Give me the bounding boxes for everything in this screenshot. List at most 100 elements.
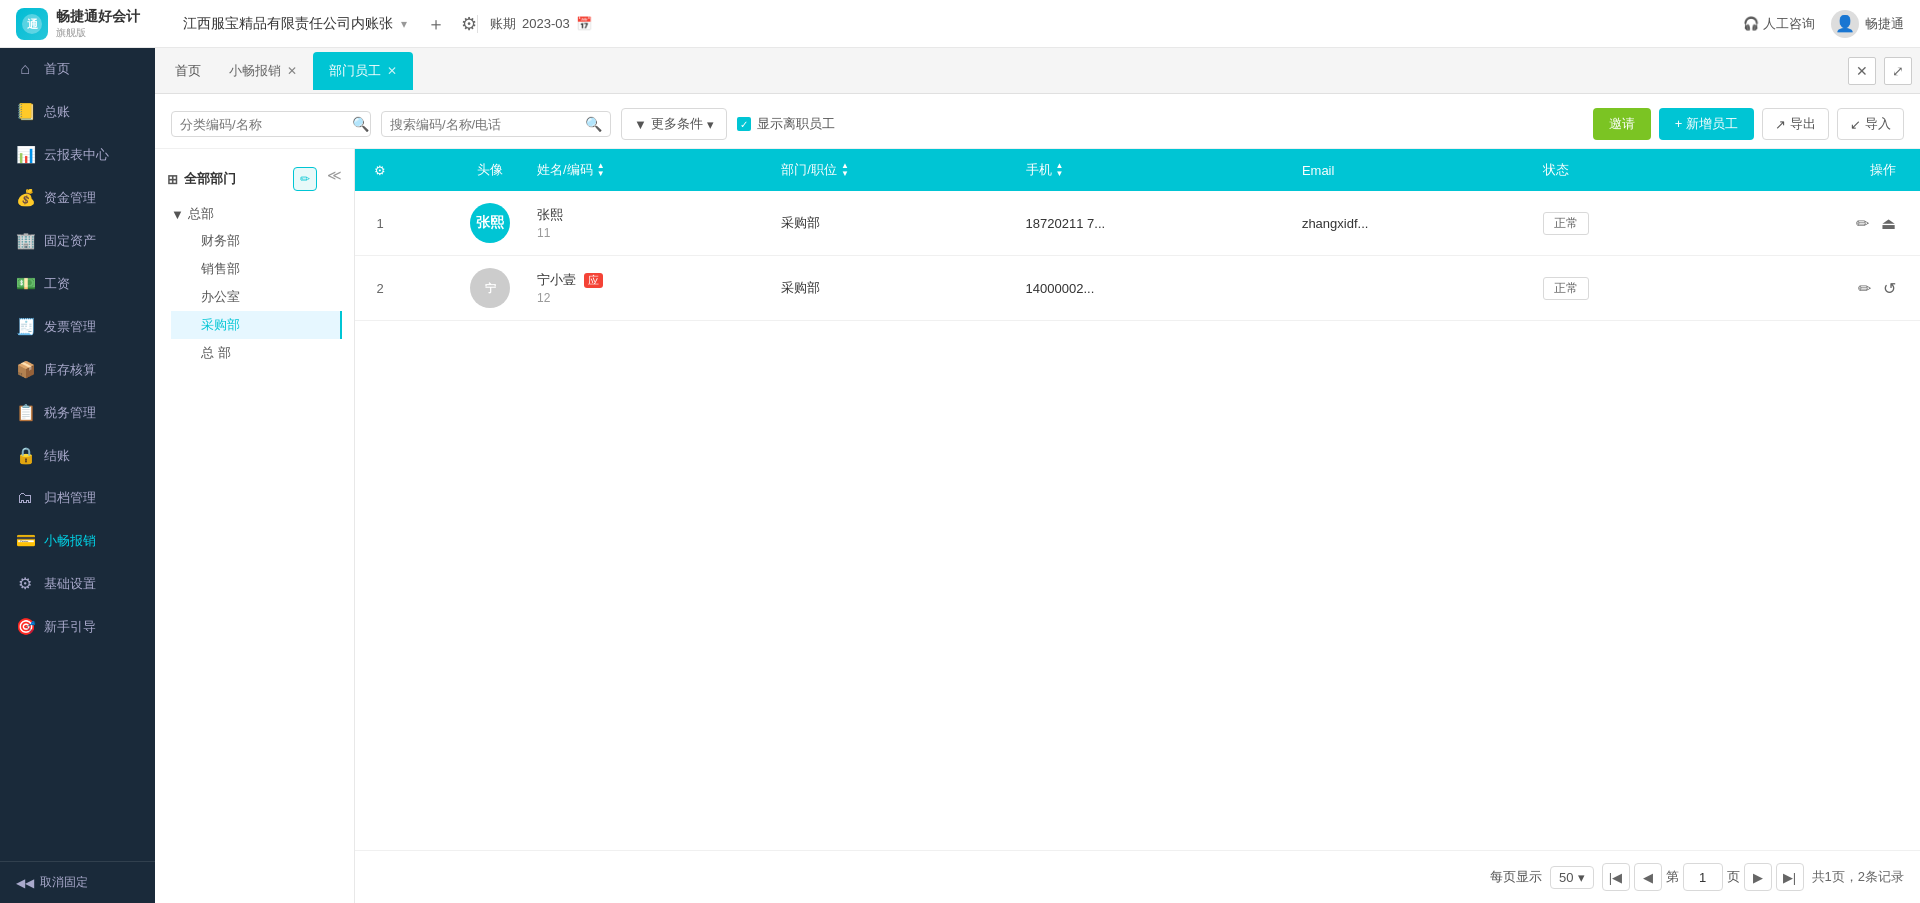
sidebar-item-guide[interactable]: 🎯 新手引导 (0, 605, 155, 648)
table-row: 2 宁 宁小壹 (355, 256, 1920, 321)
logo-area: 通 畅捷通好会计 旗舰版 (16, 8, 171, 40)
close-month-icon: 🔒 (16, 446, 34, 465)
user-area[interactable]: 👤 畅捷通 (1831, 10, 1904, 38)
logo-icon: 通 (16, 8, 48, 40)
top-bar: 通 畅捷通好会计 旗舰版 江西服宝精品有限责任公司内账张 ▾ ＋ ⚙ 账期 20… (0, 0, 1920, 48)
dept-sub-purchase[interactable]: 采购部 (171, 311, 342, 339)
page-unit: 页 (1727, 868, 1740, 886)
dept-sub-sales[interactable]: 销售部 (171, 255, 342, 283)
sidebar-bottom: ◀◀ 取消固定 (0, 861, 155, 903)
import-button[interactable]: ↙ 导入 (1837, 108, 1904, 140)
th-settings[interactable]: ⚙ (355, 149, 405, 191)
page-wrapper: 🔍 🔍 ▼ 更多条件 ▾ ✓ 显示离 (155, 94, 1920, 903)
row1-logout-button[interactable]: ⏏ (1881, 215, 1896, 232)
export-button[interactable]: ↗ 导出 (1762, 108, 1829, 140)
guide-icon: 🎯 (16, 617, 34, 636)
th-no (405, 149, 455, 191)
calendar-icon[interactable]: 📅 (576, 16, 592, 31)
period-value: 2023-03 (522, 16, 570, 31)
page-size-selector[interactable]: 50 ▾ (1550, 866, 1593, 889)
sidebar-item-funds[interactable]: 💰 资金管理 (0, 176, 155, 219)
import-label: 导入 (1865, 115, 1891, 133)
tab-expense-close-icon[interactable]: ✕ (287, 64, 297, 78)
grid-icon: ⊞ (167, 172, 178, 187)
th-name-code[interactable]: 姓名/编码 ▲▼ (525, 149, 769, 191)
expense-icon: 💳 (16, 531, 34, 550)
sidebar-item-reports[interactable]: 📊 云报表中心 (0, 133, 155, 176)
row1-actions-cell: ✏ ⏏ (1718, 191, 1920, 256)
show-resigned-toggle[interactable]: ✓ 显示离职员工 (737, 115, 835, 133)
add-employee-button[interactable]: + 新增员工 (1659, 108, 1754, 140)
show-resigned-checkbox[interactable]: ✓ (737, 117, 751, 131)
dept-edit-button[interactable]: ✏ (293, 167, 317, 191)
company-selector[interactable]: 江西服宝精品有限责任公司内账张 ▾ (171, 15, 419, 33)
cancel-pin-button[interactable]: ◀◀ 取消固定 (0, 862, 155, 903)
employee-search-icon[interactable]: 🔍 (585, 116, 602, 132)
dept-arrow-icon: ▼ (171, 207, 184, 222)
dept-sub-office[interactable]: 办公室 (171, 283, 342, 311)
th-dept-pos[interactable]: 部门/职位 ▲▼ (769, 149, 1013, 191)
tab-department[interactable]: 部门员工 ✕ (313, 52, 413, 90)
row2-edit-button[interactable]: ✏ (1858, 280, 1871, 297)
sidebar-label-expense: 小畅报销 (44, 532, 96, 550)
inventory-icon: 📦 (16, 360, 34, 379)
dept-group-name-head: 总部 (188, 205, 214, 223)
next-page-button[interactable]: ▶ (1744, 863, 1772, 891)
first-page-button[interactable]: |◀ (1602, 863, 1630, 891)
filter-button[interactable]: ▼ 更多条件 ▾ (621, 108, 727, 140)
page-number-input[interactable] (1683, 863, 1723, 891)
sidebar-item-salary[interactable]: 💵 工资 (0, 262, 155, 305)
sidebar-label-assets: 固定资产 (44, 232, 96, 250)
service-button[interactable]: 🎧 人工咨询 (1743, 15, 1815, 33)
sidebar-item-expense[interactable]: 💳 小畅报销 (0, 519, 155, 562)
dept-collapse-button[interactable]: ≪ (327, 167, 342, 191)
th-email: Email (1290, 149, 1532, 191)
row2-delete-button[interactable]: ↺ (1883, 280, 1896, 297)
archive-icon: 🗂 (16, 489, 34, 507)
dept-sub-finance[interactable]: 财务部 (171, 227, 342, 255)
row1-name-cell: 张熙 11 (525, 191, 769, 256)
dept-sub-general[interactable]: 总 部 (171, 339, 342, 367)
sidebar-item-invoice[interactable]: 🧾 发票管理 (0, 305, 155, 348)
toolbar-right: 邀请 + 新增员工 ↗ 导出 ↙ 导入 (1593, 108, 1904, 140)
top-right-area: 🎧 人工咨询 👤 畅捷通 (1743, 10, 1904, 38)
dept-search-box: 🔍 (171, 111, 371, 137)
sidebar-item-tax[interactable]: 📋 税务管理 (0, 391, 155, 434)
prev-page-button[interactable]: ◀ (1634, 863, 1662, 891)
page-size-chevron-icon: ▾ (1578, 870, 1585, 885)
sidebar-item-inventory[interactable]: 📦 库存核算 (0, 348, 155, 391)
filter-icon: ▼ (634, 117, 647, 132)
row1-edit-button[interactable]: ✏ (1856, 215, 1869, 232)
sidebar-item-close[interactable]: 🔒 结账 (0, 434, 155, 477)
dept-search-input[interactable] (180, 117, 348, 132)
tab-expense[interactable]: 小畅报销 ✕ (213, 52, 313, 90)
sidebar-item-ledger[interactable]: 📒 总账 (0, 90, 155, 133)
tab-close-all-button[interactable]: ✕ (1848, 57, 1876, 85)
tab-department-close-icon[interactable]: ✕ (387, 64, 397, 78)
page-nav: |◀ ◀ 第 页 ▶ ▶| (1602, 863, 1804, 891)
sidebar-item-settings[interactable]: ⚙ 基础设置 (0, 562, 155, 605)
add-icon[interactable]: ＋ (427, 12, 445, 36)
tab-home[interactable]: 首页 (163, 52, 213, 90)
tax-icon: 📋 (16, 403, 34, 422)
sidebar-item-home[interactable]: ⌂ 首页 (0, 48, 155, 90)
sidebar-item-assets[interactable]: 🏢 固定资产 (0, 219, 155, 262)
tab-expense-label: 小畅报销 (229, 62, 281, 80)
content-area: 首页 小畅报销 ✕ 部门员工 ✕ ✕ ⤢ (155, 48, 1920, 903)
employee-search-input[interactable] (390, 117, 581, 132)
table-header-row: ⚙ 头像 姓名/编码 ▲▼ (355, 149, 1920, 191)
period-label: 账期 (490, 15, 516, 33)
row2-code: 12 (537, 291, 757, 305)
invite-button[interactable]: 邀请 (1593, 108, 1651, 140)
dept-search-icon[interactable]: 🔍 (352, 116, 369, 132)
all-departments-button[interactable]: ⊞ 全部部门 (167, 170, 236, 188)
last-page-button[interactable]: ▶| (1776, 863, 1804, 891)
invite-label: 邀请 (1609, 116, 1635, 131)
dept-group-label-head[interactable]: ▼ 总部 (171, 205, 342, 223)
sidebar-item-archive[interactable]: 🗂 归档管理 (0, 477, 155, 519)
dept-tree: ▼ 总部 财务部 销售部 办公室 采购部 总 部 (155, 201, 354, 371)
settings-icon[interactable]: ⚙ (461, 13, 477, 35)
row2-name-cell: 宁小壹 应 12 (525, 256, 769, 321)
tab-expand-button[interactable]: ⤢ (1884, 57, 1912, 85)
th-phone[interactable]: 手机 ▲▼ (1014, 149, 1290, 191)
